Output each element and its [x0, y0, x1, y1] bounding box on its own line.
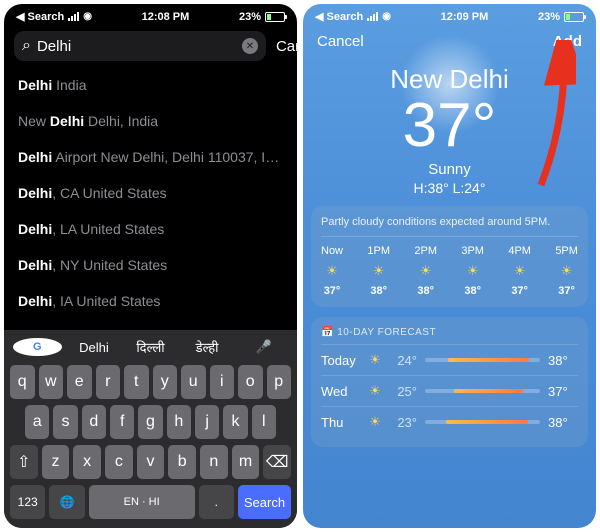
status-bar: ◀ Search ◉ 12:08 PM 23%	[4, 4, 297, 25]
weather-screen: ◀ Search ◉ 12:09 PM 23% Cancel Add New D…	[303, 4, 596, 528]
key-k[interactable]: k	[223, 405, 247, 439]
key-a[interactable]: a	[25, 405, 49, 439]
key-r[interactable]: r	[96, 365, 121, 399]
wifi-icon: ◉	[83, 11, 92, 22]
key-g[interactable]: g	[138, 405, 162, 439]
clock: 12:09 PM	[441, 11, 489, 23]
battery-icon	[265, 12, 285, 22]
sun-icon: ☀	[461, 263, 484, 279]
hi-lo: H:38° L:24°	[303, 180, 596, 196]
add-button[interactable]: Add	[553, 33, 582, 50]
battery-pct: 23%	[239, 11, 261, 23]
key-z[interactable]: z	[42, 445, 70, 479]
search-icon: ⌕	[22, 37, 31, 55]
sun-icon: ☀	[414, 263, 437, 279]
key-Search[interactable]: Search	[238, 485, 291, 519]
sun-icon: ☀	[363, 383, 387, 399]
key-h[interactable]: h	[167, 405, 191, 439]
key-EN · HI[interactable]: EN · HI	[89, 485, 195, 519]
key-j[interactable]: j	[195, 405, 219, 439]
key-o[interactable]: o	[238, 365, 263, 399]
tenday-card: 📅 10-DAY FORECAST Today☀24°38°Wed☀25°37°…	[311, 317, 588, 447]
hour-item: 1PM☀38°	[367, 245, 390, 297]
cancel-button[interactable]: Cancel	[317, 33, 364, 50]
key-v[interactable]: v	[137, 445, 165, 479]
sun-icon: ☀	[508, 263, 531, 279]
forecast-row: Thu☀23°38°	[321, 406, 578, 437]
search-result[interactable]: Delhi, LA United States	[18, 211, 283, 247]
wifi-icon: ◉	[382, 11, 391, 22]
key-b[interactable]: b	[168, 445, 196, 479]
suggestion[interactable]: Delhi	[70, 340, 119, 355]
search-result[interactable]: Delhi Airport New Delhi, Delhi 110037, I…	[18, 139, 283, 175]
search-result[interactable]: Delhi India	[18, 67, 283, 103]
back-link[interactable]: ◀ Search	[16, 10, 64, 23]
key-n[interactable]: n	[200, 445, 228, 479]
key-e[interactable]: e	[67, 365, 92, 399]
summary-text: Partly cloudy conditions expected around…	[321, 216, 578, 237]
key-q[interactable]: q	[10, 365, 35, 399]
keyboard: G Delhi दिल्ली डेल्ही 🎤 qwertyuiop asdfg…	[4, 330, 297, 528]
clock: 12:08 PM	[142, 11, 190, 23]
forecast-row: Wed☀25°37°	[321, 375, 578, 406]
search-result[interactable]: New Delhi Delhi, India	[18, 103, 283, 139]
key-f[interactable]: f	[110, 405, 134, 439]
hour-item: 5PM☀37°	[555, 245, 578, 297]
key-123[interactable]: 123	[10, 485, 45, 519]
search-input[interactable]	[37, 38, 236, 55]
key-⇧[interactable]: ⇧	[10, 445, 38, 479]
sun-icon: ☀	[555, 263, 578, 279]
clear-icon[interactable]: ✕	[242, 38, 258, 54]
key-c[interactable]: c	[105, 445, 133, 479]
google-icon[interactable]: G	[13, 338, 62, 356]
search-screen: ◀ Search ◉ 12:08 PM 23% ⌕ ✕ Cancel Delhi…	[4, 4, 297, 528]
hour-item: 3PM☀38°	[461, 245, 484, 297]
key-🌐[interactable]: 🌐	[49, 485, 84, 519]
key-t[interactable]: t	[124, 365, 149, 399]
suggestion-bar: G Delhi दिल्ली डेल्ही 🎤	[7, 334, 294, 362]
back-link[interactable]: ◀ Search	[315, 10, 363, 23]
signal-icon	[367, 12, 378, 21]
key-.[interactable]: .	[199, 485, 234, 519]
hour-item: 4PM☀37°	[508, 245, 531, 297]
mic-icon[interactable]: 🎤	[239, 339, 288, 355]
search-result[interactable]: Delhi, NY United States	[18, 247, 283, 283]
key-l[interactable]: l	[252, 405, 276, 439]
battery-pct: 23%	[538, 11, 560, 23]
forecast-row: Today☀24°38°	[321, 344, 578, 375]
key-p[interactable]: p	[267, 365, 292, 399]
hour-item: Now☀37°	[321, 245, 343, 297]
key-m[interactable]: m	[232, 445, 260, 479]
sun-icon: ☀	[367, 263, 390, 279]
key-s[interactable]: s	[53, 405, 77, 439]
search-result[interactable]: Delhi, IA United States	[18, 283, 283, 319]
cancel-button[interactable]: Cancel	[276, 38, 297, 55]
forecast-label: 📅 10-DAY FORECAST	[321, 327, 578, 338]
key-u[interactable]: u	[181, 365, 206, 399]
hour-item: 2PM☀38°	[414, 245, 437, 297]
sun-glow	[400, 34, 500, 134]
key-y[interactable]: y	[153, 365, 178, 399]
sun-icon: ☀	[321, 263, 343, 279]
key-d[interactable]: d	[82, 405, 106, 439]
condition: Sunny	[303, 161, 596, 178]
search-result[interactable]: Delhi, CA United States	[18, 175, 283, 211]
results-list: Delhi IndiaNew Delhi Delhi, IndiaDelhi A…	[4, 67, 297, 355]
signal-icon	[68, 12, 79, 21]
status-bar: ◀ Search ◉ 12:09 PM 23%	[303, 4, 596, 25]
suggestion[interactable]: डेल्ही	[183, 338, 232, 356]
battery-icon	[564, 12, 584, 22]
hourly-card: Partly cloudy conditions expected around…	[311, 206, 588, 307]
key-i[interactable]: i	[210, 365, 235, 399]
sun-icon: ☀	[363, 414, 387, 430]
sun-icon: ☀	[363, 352, 387, 368]
key-x[interactable]: x	[73, 445, 101, 479]
suggestion[interactable]: दिल्ली	[126, 338, 175, 356]
key-w[interactable]: w	[39, 365, 64, 399]
search-box[interactable]: ⌕ ✕	[14, 31, 266, 61]
key-⌫[interactable]: ⌫	[263, 445, 291, 479]
